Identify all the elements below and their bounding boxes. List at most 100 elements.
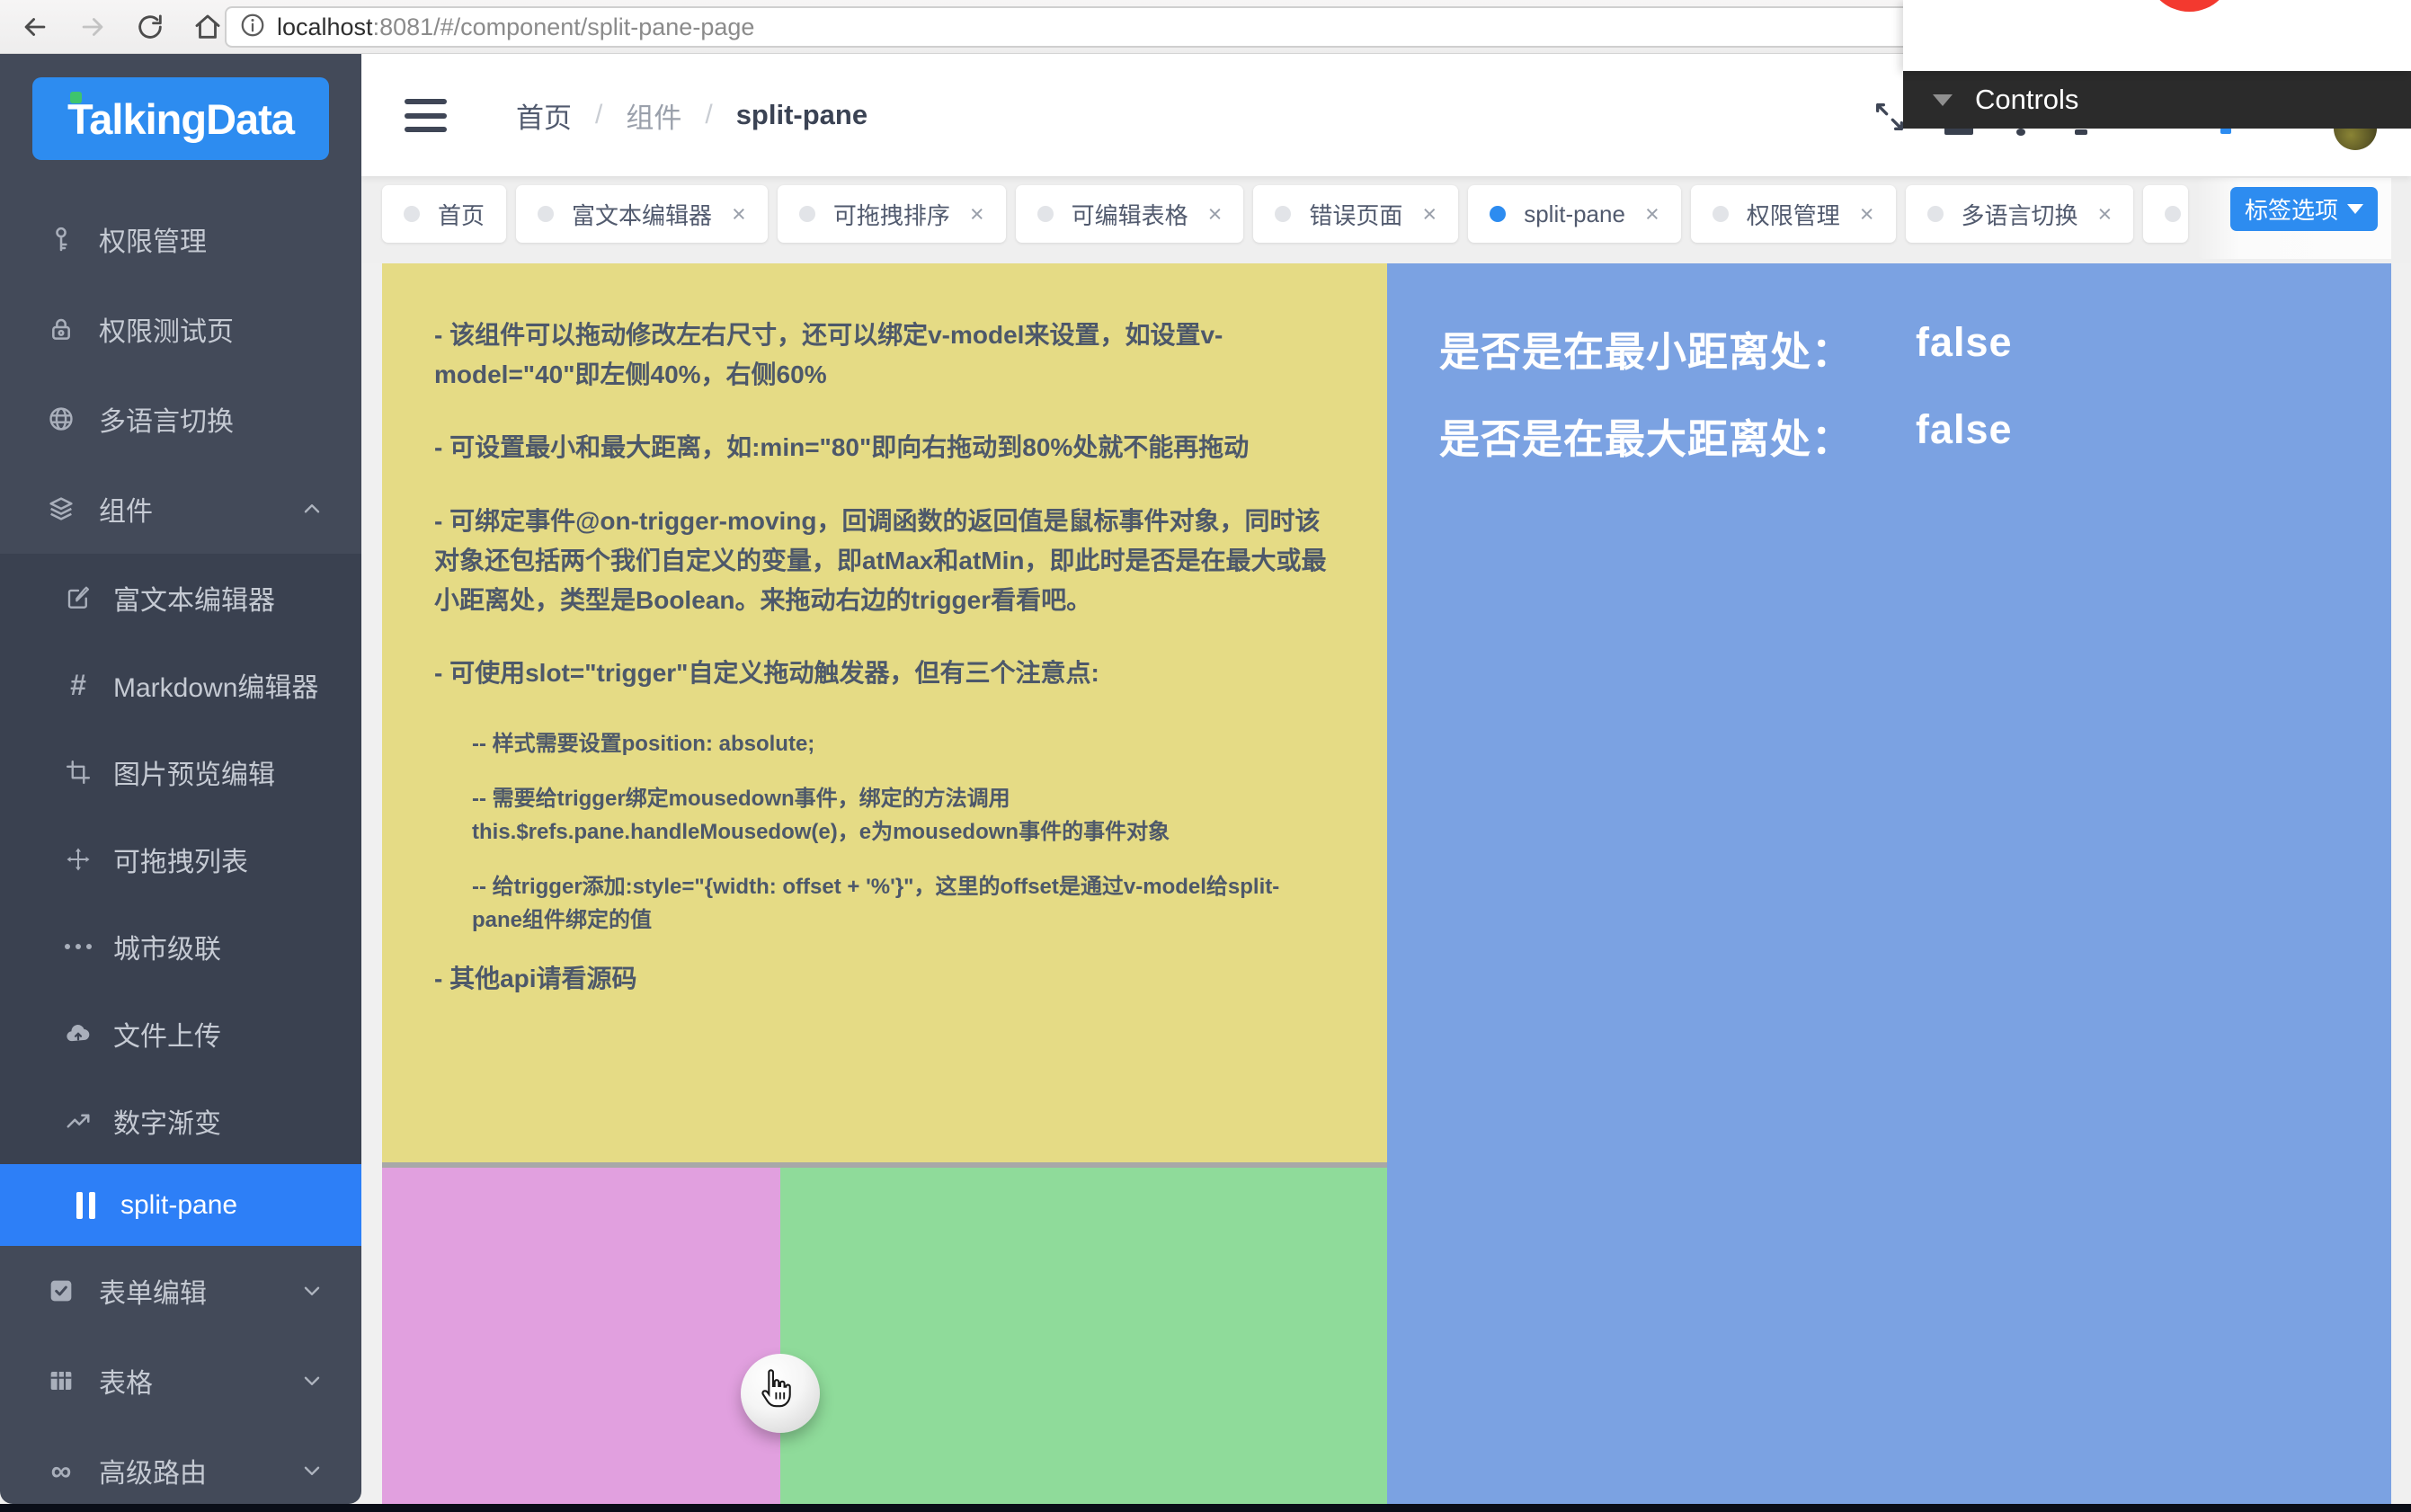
forward-icon[interactable]: [77, 12, 108, 42]
breadcrumb-separator: /: [595, 100, 603, 129]
globe-icon: [47, 405, 76, 433]
doc-sub-bullet: -- 样式需要设置position: absolute;: [472, 731, 815, 756]
submenu-item-number-gradient[interactable]: 数字渐变: [0, 1077, 361, 1164]
back-icon[interactable]: [20, 12, 50, 42]
url-host: localhost: [277, 13, 373, 40]
status-line-min: 是否是在最小距离处： false: [1439, 319, 2355, 378]
sidebar: TalkingData 权限管理 权限测试页 多语言切换 组件 富文本编辑器 #…: [0, 54, 361, 1504]
tab-dot-icon: [404, 206, 420, 222]
breadcrumb-components[interactable]: 组件: [626, 95, 681, 136]
doc-bullet: - 该组件可以拖动修改左右尺寸，还可以绑定v-model来设置，如设置v-mod…: [434, 321, 1223, 389]
checkbox-icon: [47, 1276, 76, 1305]
close-icon[interactable]: ×: [1422, 201, 1437, 227]
sidebar-item-label: 权限测试页: [99, 317, 234, 347]
sidebar-item-label: 表格: [99, 1369, 153, 1399]
split-drag-trigger[interactable]: [741, 1354, 820, 1433]
record-icon[interactable]: [2146, 0, 2233, 12]
app-logo[interactable]: TalkingData: [32, 77, 329, 160]
sidebar-item-permission[interactable]: 权限管理: [0, 194, 361, 284]
sidebar-item-form-edit[interactable]: 表单编辑: [0, 1246, 361, 1336]
submenu-item-label: 图片预览编辑: [113, 760, 275, 790]
breadcrumb-home[interactable]: 首页: [516, 95, 572, 136]
close-icon[interactable]: ×: [1645, 201, 1659, 227]
key-icon: [47, 225, 76, 253]
submenu-item-label: split-pane: [120, 1189, 238, 1220]
tab-partial[interactable]: [2143, 185, 2189, 243]
tab-label: 富文本编辑器: [572, 201, 713, 229]
tab-editable-table[interactable]: 可编辑表格 ×: [1015, 185, 1244, 243]
sidebar-item-i18n[interactable]: 多语言切换: [0, 374, 361, 464]
edit-icon: [65, 584, 92, 611]
breadcrumb-current: split-pane: [735, 99, 868, 130]
tab-error-page[interactable]: 错误页面 ×: [1253, 185, 1459, 243]
doc-panel: - 该组件可以拖动修改左右尺寸，还可以绑定v-model来设置，如设置v-mod…: [382, 263, 1387, 1162]
tab-dot-icon: [798, 206, 815, 222]
close-icon[interactable]: ×: [2098, 201, 2113, 227]
site-info-icon[interactable]: [239, 12, 266, 43]
close-icon[interactable]: ×: [970, 201, 984, 227]
submenu-item-draggable-list[interactable]: 可拖拽列表: [0, 815, 361, 903]
lock-icon: [47, 315, 76, 343]
submenu-item-label: Markdown编辑器: [113, 672, 319, 703]
hand-cursor-icon: [761, 1369, 791, 1408]
sidebar-item-permission-test[interactable]: 权限测试页: [0, 284, 361, 374]
tab-label: 权限管理: [1746, 201, 1840, 229]
ellipsis-icon: [65, 933, 92, 960]
submenu-item-file-upload[interactable]: 文件上传: [0, 990, 361, 1077]
tag-options-button[interactable]: 标签选项: [2229, 187, 2378, 231]
submenu-item-label: 城市级联: [113, 934, 221, 965]
sidebar-item-table[interactable]: 表格: [0, 1336, 361, 1426]
pause-icon: [72, 1191, 99, 1219]
status-line-max: 是否是在最大距离处： false: [1439, 406, 2355, 465]
hidden-icon-fragment: [2075, 129, 2087, 135]
chevron-down-icon: [300, 1369, 324, 1392]
tab-bar: 首页 富文本编辑器 × 可拖拽排序 × 可编辑表格 × 错误页面 × split…: [361, 176, 2411, 263]
sidebar-item-label: 权限管理: [99, 227, 207, 257]
submenu-item-split-pane[interactable]: split-pane: [0, 1164, 361, 1246]
caret-down-icon: [2347, 204, 2363, 214]
close-icon[interactable]: ×: [1208, 201, 1223, 227]
tab-label: 错误页面: [1309, 201, 1403, 229]
home-icon[interactable]: [192, 12, 223, 42]
screenshot-root: localhost:8081/#/component/split-pane-pa…: [0, 0, 2411, 1512]
breadcrumb-separator: /: [705, 100, 713, 129]
submenu-item-city-cascade[interactable]: 城市级联: [0, 903, 361, 990]
tab-home[interactable]: 首页: [382, 185, 507, 243]
tab-label: 可拖拽排序: [832, 201, 950, 229]
sidebar-item-advanced-router[interactable]: ∞ 高级路由: [0, 1426, 361, 1504]
tab-draggable-sort[interactable]: 可拖拽排序 ×: [777, 185, 1006, 243]
tab-dot-icon: [538, 206, 555, 222]
tab-dot-icon: [2165, 206, 2182, 222]
submenu-item-image-preview-edit[interactable]: 图片预览编辑: [0, 728, 361, 815]
close-icon[interactable]: ×: [1860, 201, 1874, 227]
submenu-item-label: 数字渐变: [113, 1108, 221, 1139]
submenu-item-markdown-editor[interactable]: # Markdown编辑器: [0, 641, 361, 728]
tag-options-label: 标签选项: [2244, 197, 2338, 224]
tab-rich-text-editor[interactable]: 富文本编辑器 ×: [516, 185, 768, 243]
hidden-icon-fragment: [2220, 128, 2231, 134]
tab-dot-icon: [1712, 206, 1729, 222]
close-icon[interactable]: ×: [732, 201, 746, 227]
submenu-item-label: 富文本编辑器: [113, 585, 275, 616]
tab-dot-icon: [1036, 206, 1054, 222]
sidebar-item-components[interactable]: 组件: [0, 464, 361, 554]
chevron-down-icon: [300, 1279, 324, 1303]
submenu-item-rich-text-editor[interactable]: 富文本编辑器: [0, 554, 361, 641]
doc-bullet: - 其他api请看源码: [434, 964, 637, 992]
fullscreen-icon[interactable]: [1872, 99, 1908, 135]
tab-dot-icon: [1275, 206, 1292, 222]
max-distance-label: 是否是在最大距离处：: [1439, 416, 1854, 462]
table-icon: [47, 1366, 76, 1395]
tab-label: 多语言切换: [1961, 201, 2078, 229]
tab-permission[interactable]: 权限管理 ×: [1690, 185, 1896, 243]
crop-icon: [65, 759, 92, 786]
controls-header[interactable]: Controls: [1903, 71, 2411, 129]
tab-label: 首页: [438, 201, 485, 229]
controls-title: Controls: [1975, 84, 2079, 115]
tab-i18n[interactable]: 多语言切换 ×: [1905, 185, 2134, 243]
tab-dot-icon: [1926, 206, 1944, 222]
doc-bullet: - 可使用slot="trigger"自定义拖动触发器，但有三个注意点:: [434, 659, 1099, 688]
refresh-icon[interactable]: [135, 12, 165, 42]
tab-split-pane[interactable]: split-pane ×: [1468, 185, 1681, 243]
hamburger-menu-icon[interactable]: [405, 99, 447, 132]
